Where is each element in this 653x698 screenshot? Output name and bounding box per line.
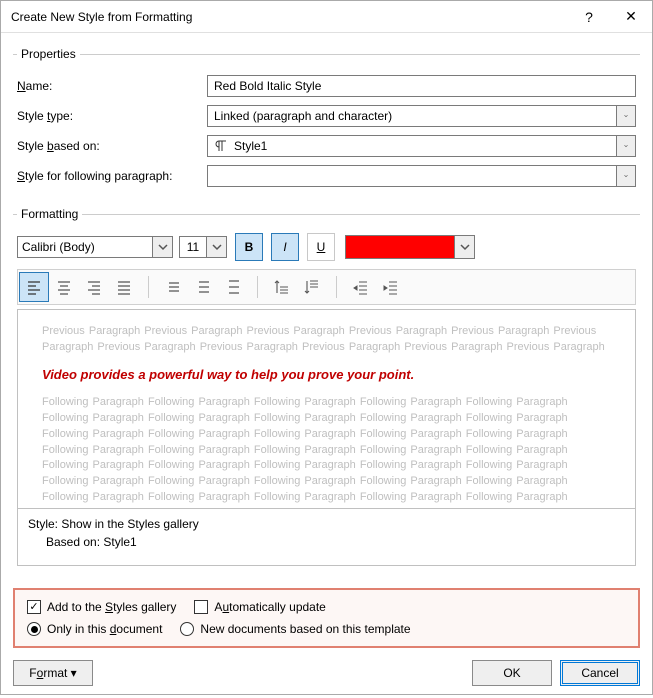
based-on-value: Style1 (207, 135, 616, 157)
line-spacing-15-button[interactable] (189, 273, 217, 301)
separator (336, 276, 337, 298)
line-spacing-1-button[interactable] (159, 273, 187, 301)
chevron-down-icon[interactable] (153, 236, 173, 258)
style-type-value: Linked (paragraph and character) (207, 105, 616, 127)
align-center-button[interactable] (50, 273, 78, 301)
space-before-increase-button[interactable] (268, 273, 296, 301)
format-button[interactable]: Format ▾ (13, 660, 93, 686)
chevron-down-icon[interactable] (616, 135, 636, 157)
size-combo[interactable] (179, 236, 207, 258)
previous-paragraph-text: Previous Paragraph Previous Paragraph Pr… (42, 324, 611, 356)
ok-button[interactable]: OK (472, 660, 552, 686)
separator (148, 276, 149, 298)
decrease-indent-button[interactable] (347, 273, 375, 301)
style-description: Style: Show in the Styles gallery Based … (17, 509, 636, 566)
add-to-gallery-checkbox[interactable]: Add to the Styles gallery (27, 600, 176, 614)
style-type-combo[interactable]: Linked (paragraph and character) (207, 105, 636, 127)
bold-button[interactable]: B (235, 233, 263, 261)
following-paragraph-text: Following Paragraph Following Paragraph … (42, 395, 611, 509)
underline-button[interactable]: U (307, 233, 335, 261)
chevron-down-icon[interactable] (455, 235, 475, 259)
font-combo[interactable] (17, 236, 153, 258)
following-value (207, 165, 616, 187)
increase-indent-button[interactable] (377, 273, 405, 301)
style-type-label: Style type: (17, 109, 207, 123)
based-on-label: Style based on: (17, 139, 207, 153)
dialog-window: Create New Style from Formatting ? ✕ Pro… (0, 0, 653, 695)
font-color-swatch[interactable] (345, 235, 455, 259)
description-line-2: Based on: Style1 (28, 533, 625, 551)
name-input[interactable] (207, 75, 636, 97)
preview-box: Previous Paragraph Previous Paragraph Pr… (17, 309, 636, 509)
dialog-body: Properties Name: Style type: Linked (par… (1, 33, 652, 698)
formatting-fieldset: Formatting B I U (13, 207, 640, 570)
description-line-1: Style: Show in the Styles gallery (28, 515, 625, 533)
space-before-decrease-button[interactable] (298, 273, 326, 301)
options-group: Add to the Styles gallery Automatically … (13, 588, 640, 648)
help-button[interactable]: ? (568, 1, 610, 33)
name-label: Name: (17, 79, 207, 93)
new-documents-template-radio[interactable]: New documents based on this template (180, 622, 410, 636)
only-this-document-radio[interactable]: Only in this document (27, 622, 162, 636)
align-left-button[interactable] (20, 273, 48, 301)
footer: Format ▾ OK Cancel (13, 660, 640, 686)
following-label: Style for following paragraph: (17, 169, 207, 183)
auto-update-checkbox[interactable]: Automatically update (194, 600, 325, 614)
checkbox-icon (27, 600, 41, 614)
radio-icon (27, 622, 41, 636)
properties-fieldset: Properties Name: Style type: Linked (par… (13, 47, 640, 195)
chevron-down-icon[interactable] (207, 236, 227, 258)
align-right-button[interactable] (80, 273, 108, 301)
italic-button[interactable]: I (271, 233, 299, 261)
caret-down-icon: ▾ (71, 666, 77, 680)
following-combo[interactable] (207, 165, 636, 187)
dialog-title: Create New Style from Formatting (1, 10, 568, 24)
checkbox-icon (194, 600, 208, 614)
titlebar: Create New Style from Formatting ? ✕ (1, 1, 652, 33)
radio-icon (180, 622, 194, 636)
chevron-down-icon[interactable] (616, 105, 636, 127)
close-button[interactable]: ✕ (610, 1, 652, 33)
based-on-combo[interactable]: Style1 (207, 135, 636, 157)
align-justify-button[interactable] (110, 273, 138, 301)
formatting-legend: Formatting (17, 207, 82, 221)
paragraph-toolbar (17, 269, 636, 305)
properties-legend: Properties (17, 47, 80, 61)
sample-text: Video provides a powerful way to help yo… (42, 366, 611, 385)
chevron-down-icon[interactable] (616, 165, 636, 187)
separator (257, 276, 258, 298)
line-spacing-2-button[interactable] (219, 273, 247, 301)
cancel-button[interactable]: Cancel (560, 660, 640, 686)
